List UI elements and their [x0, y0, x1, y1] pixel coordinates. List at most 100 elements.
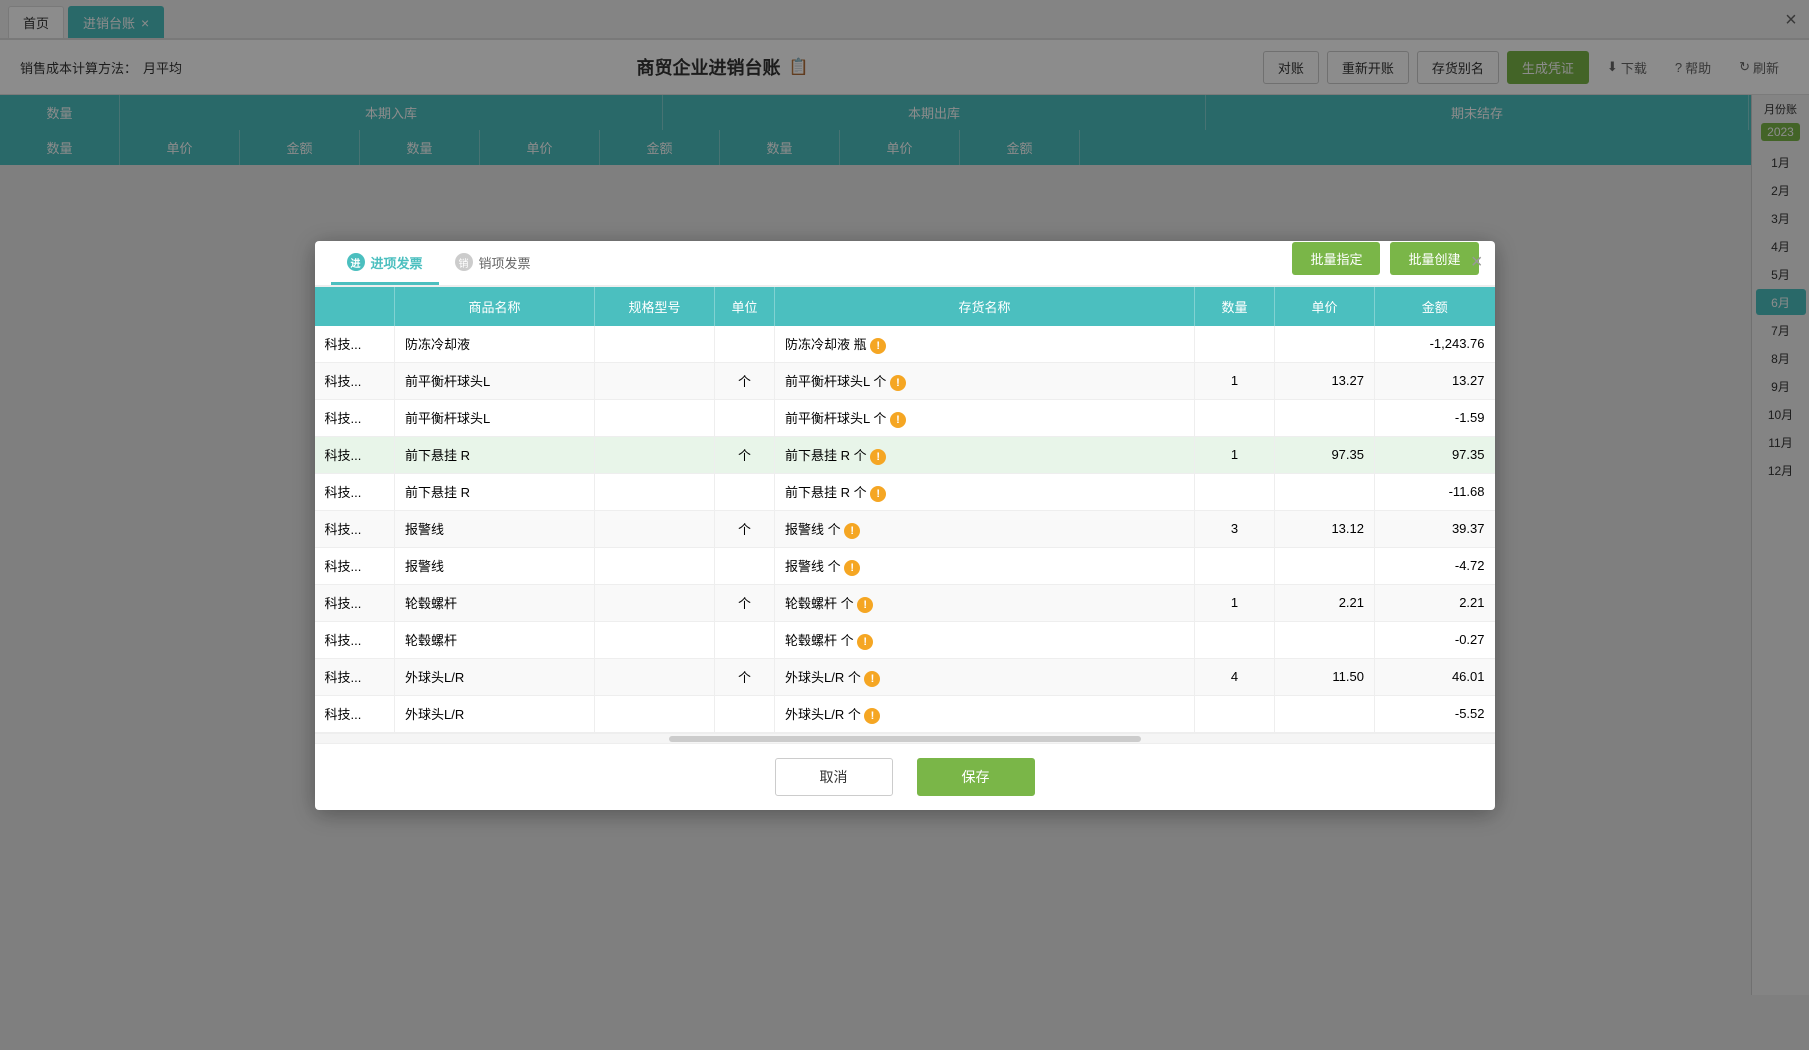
- th-inventory: 存货名称: [775, 287, 1195, 326]
- table-header-row: 商品名称 规格型号 单位 存货名称 数量 单价 金额: [315, 287, 1495, 326]
- cell-unit-price: 2.21: [1275, 584, 1375, 621]
- cell-product-name: 前下悬挂 R: [395, 473, 595, 510]
- warning-icon: !: [857, 597, 873, 613]
- cell-amount: -1,243.76: [1375, 326, 1495, 363]
- th-unit: 单位: [715, 287, 775, 326]
- save-button[interactable]: 保存: [917, 758, 1035, 796]
- cell-inventory: 前平衡杆球头L 个 !: [775, 399, 1195, 436]
- sales-icon: 销: [455, 253, 473, 271]
- cancel-button[interactable]: 取消: [775, 758, 893, 796]
- cell-unit: [715, 695, 775, 732]
- dialog-close-button[interactable]: ×: [1471, 251, 1483, 274]
- tab-sales[interactable]: 销 销项发票: [439, 241, 547, 285]
- batch-create-button[interactable]: 批量创建: [1390, 242, 1478, 275]
- cell-quantity: [1195, 326, 1275, 363]
- table-row: 科技...报警线报警线 个 !-4.72: [315, 547, 1495, 584]
- dialog-header-actions: 批量指定 批量创建: [1292, 242, 1478, 285]
- cell-inventory: 轮毂螺杆 个 !: [775, 584, 1195, 621]
- cell-amount: -11.68: [1375, 473, 1495, 510]
- cell-company: 科技...: [315, 658, 395, 695]
- cell-quantity: 1: [1195, 362, 1275, 399]
- table-row: 科技...前平衡杆球头L 前平衡杆球头L 个 ! -1.59: [315, 399, 1495, 436]
- cell-quantity: [1195, 473, 1275, 510]
- cell-company: 科技...: [315, 399, 395, 436]
- table-row: 科技...外球头L/R外球头L/R 个 !-5.52: [315, 695, 1495, 732]
- th-qty: 数量: [1195, 287, 1275, 326]
- cell-inventory: 轮毂螺杆 个 !: [775, 621, 1195, 658]
- cell-amount: -5.52: [1375, 695, 1495, 732]
- horizontal-scroll-bar[interactable]: [315, 733, 1495, 743]
- table-row: 科技...报警线个报警线 个 !313.1239.37: [315, 510, 1495, 547]
- cell-spec: [595, 584, 715, 621]
- purchase-icon: 进: [347, 253, 365, 271]
- dialog: 进 进项发票 销 销项发票 批量指定 批量创建 × 商品名称 规格型号: [315, 241, 1495, 810]
- cell-product-name: 前平衡杆球头L: [395, 362, 595, 399]
- cell-unit-price: [1275, 473, 1375, 510]
- cell-unit: 个: [715, 658, 775, 695]
- dialog-footer: 取消 保存: [315, 743, 1495, 810]
- cell-quantity: 3: [1195, 510, 1275, 547]
- warning-icon: !: [857, 634, 873, 650]
- cell-product-name: 轮毂螺杆: [395, 584, 595, 621]
- cell-inventory: 前下悬挂 R 个 !: [775, 436, 1195, 473]
- cell-amount: -1.59: [1375, 399, 1495, 436]
- cell-quantity: [1195, 547, 1275, 584]
- cell-spec: [595, 658, 715, 695]
- dialog-table-container[interactable]: 商品名称 规格型号 单位 存货名称 数量 单价 金额 科技...防冻冷却液防冻冷…: [315, 287, 1495, 733]
- table-row: 科技...前平衡杆球头L个前平衡杆球头L 个 !113.2713.27: [315, 362, 1495, 399]
- cell-company: 科技...: [315, 473, 395, 510]
- cell-amount: 39.37: [1375, 510, 1495, 547]
- warning-icon: !: [890, 412, 906, 428]
- cell-amount: -4.72: [1375, 547, 1495, 584]
- cell-inventory: 前下悬挂 R 个 !: [775, 473, 1195, 510]
- warning-icon: !: [870, 486, 886, 502]
- cell-product-name: 前平衡杆球头L: [395, 399, 595, 436]
- cell-spec: [595, 326, 715, 363]
- th-company: [315, 287, 395, 326]
- cell-spec: [595, 473, 715, 510]
- cell-quantity: 4: [1195, 658, 1275, 695]
- cell-spec: [595, 547, 715, 584]
- cell-spec: [595, 399, 715, 436]
- cell-product-name: 外球头L/R: [395, 695, 595, 732]
- table-row: 科技...外球头L/R个外球头L/R 个 !411.5046.01: [315, 658, 1495, 695]
- cell-unit-price: [1275, 399, 1375, 436]
- cell-inventory: 报警线 个 !: [775, 510, 1195, 547]
- tab-sales-label: 销项发票: [479, 253, 531, 272]
- cell-unit-price: 97.35: [1275, 436, 1375, 473]
- cell-unit: 个: [715, 436, 775, 473]
- cell-unit: 个: [715, 510, 775, 547]
- invoice-table: 商品名称 规格型号 单位 存货名称 数量 单价 金额 科技...防冻冷却液防冻冷…: [315, 287, 1495, 733]
- warning-icon: !: [864, 671, 880, 687]
- cell-inventory: 防冻冷却液 瓶 !: [775, 326, 1195, 363]
- cell-inventory: 外球头L/R 个 !: [775, 658, 1195, 695]
- th-spec: 规格型号: [595, 287, 715, 326]
- tab-purchase-label: 进项发票: [371, 253, 423, 272]
- warning-icon: !: [870, 449, 886, 465]
- cell-inventory: 外球头L/R 个 !: [775, 695, 1195, 732]
- cell-unit-price: [1275, 326, 1375, 363]
- cell-company: 科技...: [315, 436, 395, 473]
- cell-inventory: 报警线 个 !: [775, 547, 1195, 584]
- batch-assign-button[interactable]: 批量指定: [1292, 242, 1380, 275]
- cell-product-name: 报警线: [395, 510, 595, 547]
- cell-unit: 个: [715, 584, 775, 621]
- scroll-thumb: [669, 736, 1141, 742]
- cell-company: 科技...: [315, 547, 395, 584]
- cell-quantity: [1195, 621, 1275, 658]
- tab-purchase[interactable]: 进 进项发票: [331, 241, 439, 285]
- warning-icon: !: [890, 375, 906, 391]
- cell-company: 科技...: [315, 584, 395, 621]
- cell-unit-price: [1275, 621, 1375, 658]
- cell-product-name: 前下悬挂 R: [395, 436, 595, 473]
- cell-company: 科技...: [315, 510, 395, 547]
- table-row: 科技...前下悬挂 R 前下悬挂 R 个 ! -11.68: [315, 473, 1495, 510]
- warning-icon: !: [844, 560, 860, 576]
- table-row: 科技...防冻冷却液防冻冷却液 瓶 !-1,243.76: [315, 326, 1495, 363]
- cell-company: 科技...: [315, 621, 395, 658]
- dialog-overlay: 进 进项发票 销 销项发票 批量指定 批量创建 × 商品名称 规格型号: [0, 0, 1809, 1050]
- cell-quantity: 1: [1195, 436, 1275, 473]
- cell-quantity: [1195, 695, 1275, 732]
- table-row: 科技...轮毂螺杆轮毂螺杆 个 !-0.27: [315, 621, 1495, 658]
- table-body: 科技...防冻冷却液防冻冷却液 瓶 !-1,243.76科技...前平衡杆球头L…: [315, 326, 1495, 733]
